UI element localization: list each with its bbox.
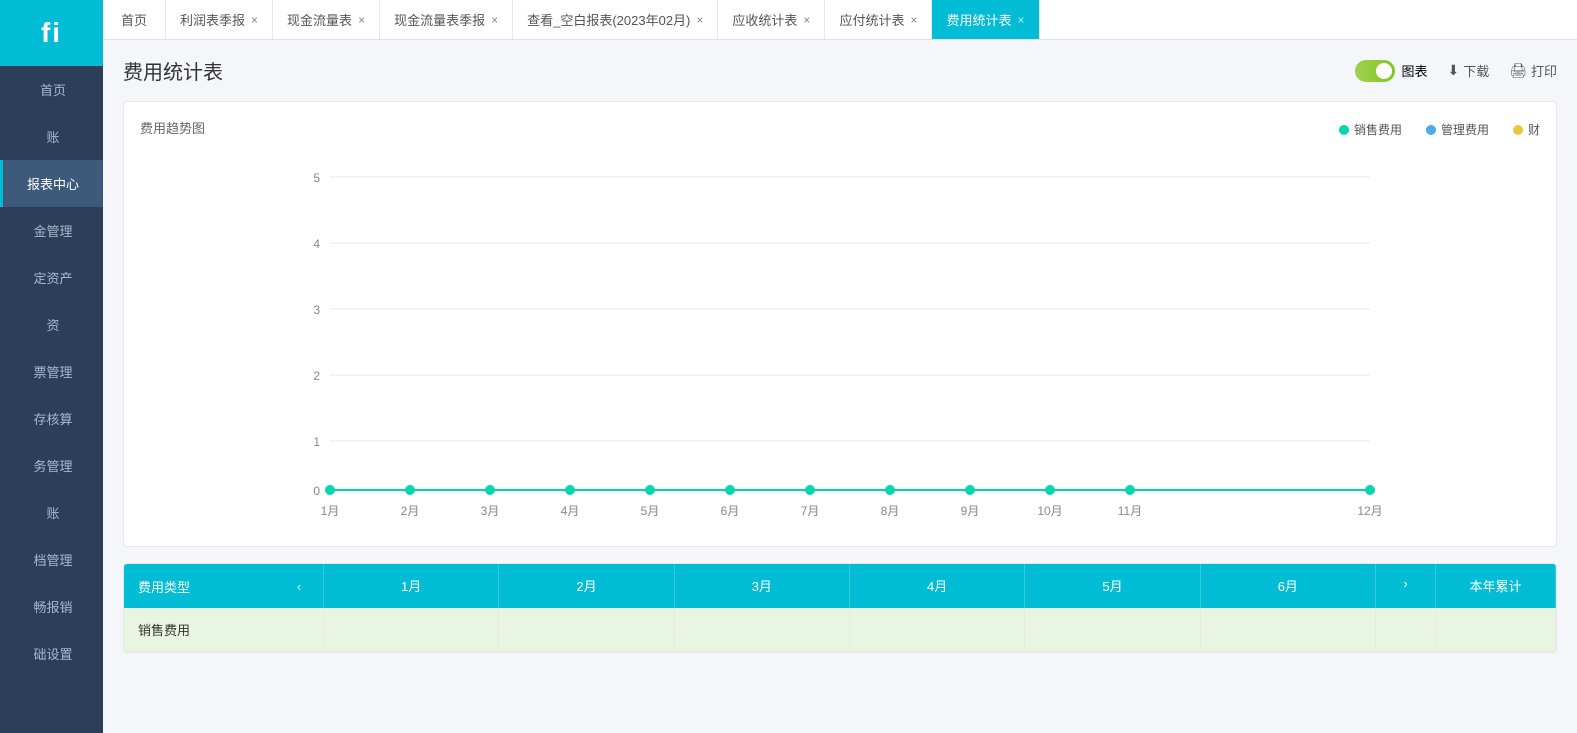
legend-admin: 管理费用 [1426,121,1489,138]
sidebar-item-archive[interactable]: 档管理 [0,536,103,583]
close-icon[interactable]: × [358,13,365,27]
sidebar-item-cash[interactable]: 金管理 [0,207,103,254]
tab-home[interactable]: 首页 [103,0,166,40]
td-mar [675,608,850,651]
tab-expense-stats[interactable]: 费用统计表 × [932,0,1039,40]
td-type: 销售费用 [124,608,324,651]
data-table: 费用类型 ‹ 1月 2月 3月 4月 5月 6月 › 本年累计 销售费用 [123,563,1557,653]
svg-text:6月: 6月 [721,504,740,518]
close-icon[interactable]: × [251,13,258,27]
sidebar: fi 首页 账 报表中心 金管理 定资产 资 票管理 存核算 务管理 账 档管理… [0,0,103,733]
tab-profit-quarterly[interactable]: 利润表季报 × [166,0,273,40]
tab-cashflow[interactable]: 现金流量表 × [273,0,380,40]
content-area: 费用统计表 图表 ⬇ 下载 🖨 打印 费用趋势图 [103,40,1577,733]
td-jun [1201,608,1376,651]
svg-text:12月: 12月 [1357,504,1382,518]
header-actions: 图表 ⬇ 下载 🖨 打印 [1355,60,1557,82]
page-header: 费用统计表 图表 ⬇ 下载 🖨 打印 [123,56,1557,85]
td-total [1436,608,1556,651]
chart-title: 费用趋势图 [140,118,205,137]
legend-sales: 销售费用 [1339,121,1402,138]
close-icon[interactable]: × [491,13,498,27]
legend-dot-sales [1339,125,1349,135]
th-feb: 2月 [499,564,674,608]
legend-dot-admin [1426,125,1436,135]
tab-bar: 首页 利润表季报 × 现金流量表 × 现金流量表季报 × 查看_空白报表(202… [103,0,1577,40]
page-title: 费用统计表 [123,56,223,85]
th-type: 费用类型 ‹ [124,564,324,608]
svg-text:1月: 1月 [321,504,340,518]
chart-svg: 5 4 3 2 1 0 [140,157,1540,527]
svg-text:4: 4 [313,237,320,251]
svg-text:3月: 3月 [481,504,500,518]
print-button[interactable]: 🖨 打印 [1509,61,1557,80]
th-mar: 3月 [675,564,850,608]
sidebar-item-account[interactable]: 账 [0,113,103,160]
close-icon[interactable]: × [910,13,917,27]
table-nav-prev[interactable]: ‹ [289,576,309,596]
table-row: 销售费用 [124,608,1556,652]
sidebar-item-reports[interactable]: 报表中心 [0,160,103,207]
legend-label-sales: 销售费用 [1354,121,1402,138]
svg-text:5月: 5月 [641,504,660,518]
td-empty [1376,608,1436,651]
close-icon[interactable]: × [1017,13,1024,27]
download-button[interactable]: ⬇ 下载 [1447,61,1489,80]
sidebar-item-inventory[interactable]: 存核算 [0,395,103,442]
legend-label-admin: 管理费用 [1441,121,1489,138]
sidebar-item-assets[interactable]: 定资产 [0,254,103,301]
th-apr: 4月 [850,564,1025,608]
sidebar-logo: fi [0,0,103,66]
sidebar-item-services[interactable]: 务管理 [0,442,103,489]
th-may: 5月 [1025,564,1200,608]
tab-blank-report[interactable]: 查看_空白报表(2023年02月) × [513,0,718,40]
svg-text:9月: 9月 [961,504,980,518]
svg-text:10月: 10月 [1037,504,1062,518]
svg-text:5: 5 [313,171,320,185]
legend-finance: 财 [1513,121,1540,138]
chart-toggle-wrap: 图表 [1355,60,1427,82]
th-jan: 1月 [324,564,499,608]
sidebar-item-home[interactable]: 首页 [0,66,103,113]
td-feb [499,608,674,651]
tab-payable[interactable]: 应付统计表 × [825,0,932,40]
legend-dot-finance [1513,125,1523,135]
download-icon: ⬇ [1447,62,1459,79]
chart-toggle[interactable] [1355,60,1395,82]
th-jun: 6月 [1201,564,1376,608]
close-icon[interactable]: × [696,13,703,27]
sidebar-item-expense[interactable]: 畅报销 [0,583,103,630]
tab-receivable[interactable]: 应收统计表 × [718,0,825,40]
svg-text:8月: 8月 [881,504,900,518]
sidebar-item-tickets[interactable]: 票管理 [0,348,103,395]
td-apr [850,608,1025,651]
legend-label-finance: 财 [1528,121,1540,138]
main-content: 首页 利润表季报 × 现金流量表 × 现金流量表季报 × 查看_空白报表(202… [103,0,1577,733]
svg-text:0: 0 [313,484,320,498]
svg-text:3: 3 [313,303,320,317]
svg-text:7月: 7月 [801,504,820,518]
svg-text:2月: 2月 [401,504,420,518]
sidebar-item-capital[interactable]: 资 [0,301,103,348]
chart-legend: 销售费用 管理费用 财 [1339,121,1540,138]
close-icon[interactable]: × [803,13,810,27]
td-jan [324,608,499,651]
td-may [1025,608,1200,651]
svg-text:11月: 11月 [1118,504,1142,518]
th-nav-next[interactable]: › [1376,564,1436,608]
chart-svg-wrap: 5 4 3 2 1 0 [140,157,1540,530]
svg-text:2: 2 [313,369,320,383]
th-total: 本年累计 [1436,564,1556,608]
svg-text:4月: 4月 [561,504,580,518]
sidebar-item-ledger[interactable]: 账 [0,489,103,536]
table-header-row: 费用类型 ‹ 1月 2月 3月 4月 5月 6月 › 本年累计 [124,564,1556,608]
svg-text:1: 1 [313,435,320,449]
sidebar-item-settings[interactable]: 础设置 [0,630,103,677]
print-icon: 🖨 [1509,62,1527,79]
tab-cashflow-quarterly[interactable]: 现金流量表季报 × [380,0,513,40]
chart-toggle-label: 图表 [1401,61,1427,80]
chart-container: 费用趋势图 销售费用 管理费用 财 [123,101,1557,547]
